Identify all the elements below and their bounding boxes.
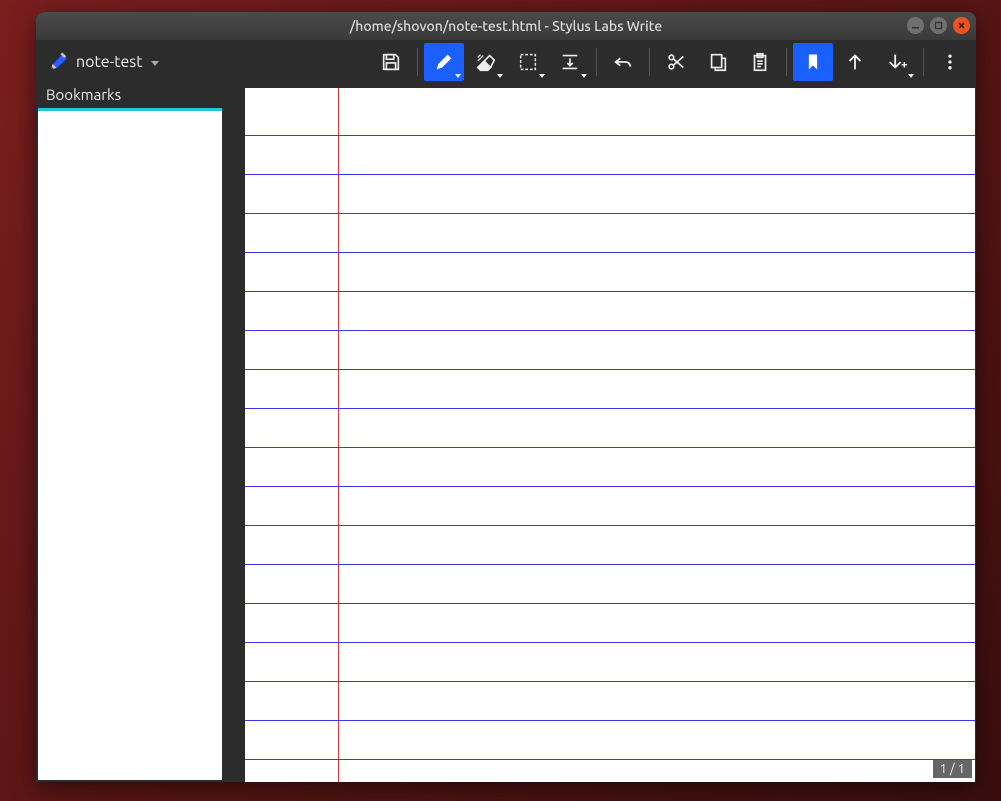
erase-tool-button[interactable] (466, 43, 506, 81)
chevron-down-icon (455, 74, 461, 78)
bookmark-icon (803, 51, 823, 73)
window-controls (907, 17, 970, 34)
paper-ruled-line (245, 681, 975, 682)
next-page-button[interactable] (877, 43, 917, 81)
toolbar-separator (596, 48, 597, 76)
paper-ruled-line (245, 369, 975, 370)
chevron-down-icon (581, 74, 587, 78)
paper-ruled-line (245, 486, 975, 487)
app-window: /home/shovon/note-test.html - Stylus Lab… (36, 12, 976, 782)
toolbar-separator (923, 48, 924, 76)
prev-page-button[interactable] (835, 43, 875, 81)
paper-ruled-line (245, 330, 975, 331)
paper-ruled-line (245, 720, 975, 721)
selection-icon (517, 51, 539, 73)
document-menu[interactable]: note-test (42, 47, 165, 77)
paper-ruled-line (245, 564, 975, 565)
save-button[interactable] (371, 43, 411, 81)
cut-button[interactable] (656, 43, 696, 81)
window-title: /home/shovon/note-test.html - Stylus Lab… (350, 18, 663, 34)
pencil-icon (433, 51, 455, 73)
main-area: Bookmarks 1 / 1 (36, 84, 976, 782)
chevron-down-icon (151, 61, 159, 66)
maximize-button[interactable] (930, 17, 947, 34)
save-icon (380, 51, 402, 73)
toolbar-separator (417, 48, 418, 76)
pencil-app-icon (48, 51, 70, 73)
toolbar: note-test (36, 40, 976, 84)
paper-ruled-line (245, 291, 975, 292)
paper-margin-line (338, 88, 339, 782)
minimize-button[interactable] (907, 17, 924, 34)
insert-space-icon (559, 51, 581, 73)
paper-ruled-line (245, 408, 975, 409)
eraser-icon (474, 51, 498, 73)
undo-button[interactable] (603, 43, 643, 81)
document-name: note-test (76, 53, 143, 71)
sidebar-splitter[interactable] (224, 84, 231, 782)
scissors-icon (665, 51, 687, 73)
chevron-down-icon (908, 74, 914, 78)
arrow-down-add-icon (885, 51, 909, 73)
sidebar-header: Bookmarks (36, 84, 224, 108)
canvas-area[interactable]: 1 / 1 (231, 84, 976, 782)
chevron-down-icon (539, 74, 545, 78)
arrow-up-icon (844, 51, 866, 73)
toolbar-separator (649, 48, 650, 76)
page-indicator: 1 / 1 (933, 760, 972, 778)
insert-space-button[interactable] (550, 43, 590, 81)
bookmarks-list[interactable] (38, 108, 222, 780)
paper-ruled-line (245, 642, 975, 643)
paper-ruled-line (245, 174, 975, 175)
clipboard-icon (749, 51, 771, 73)
bookmark-button[interactable] (793, 43, 833, 81)
copy-icon (707, 51, 729, 73)
draw-tool-button[interactable] (424, 43, 464, 81)
paste-button[interactable] (740, 43, 780, 81)
paper-ruled-line (245, 759, 975, 760)
undo-icon (612, 51, 634, 73)
toolbar-separator (786, 48, 787, 76)
chevron-down-icon (497, 74, 503, 78)
paper-ruled-line (245, 603, 975, 604)
paper-ruled-line (245, 135, 975, 136)
overflow-menu-button[interactable] (930, 43, 970, 81)
paper-ruled-line (245, 447, 975, 448)
close-button[interactable] (953, 17, 970, 34)
paper-page[interactable] (245, 88, 975, 782)
select-tool-button[interactable] (508, 43, 548, 81)
paper-ruled-line (245, 252, 975, 253)
paper-ruled-line (245, 525, 975, 526)
copy-button[interactable] (698, 43, 738, 81)
titlebar[interactable]: /home/shovon/note-test.html - Stylus Lab… (36, 12, 976, 40)
more-vertical-icon (940, 51, 960, 73)
paper-ruled-line (245, 213, 975, 214)
bookmarks-sidebar: Bookmarks (36, 84, 224, 782)
